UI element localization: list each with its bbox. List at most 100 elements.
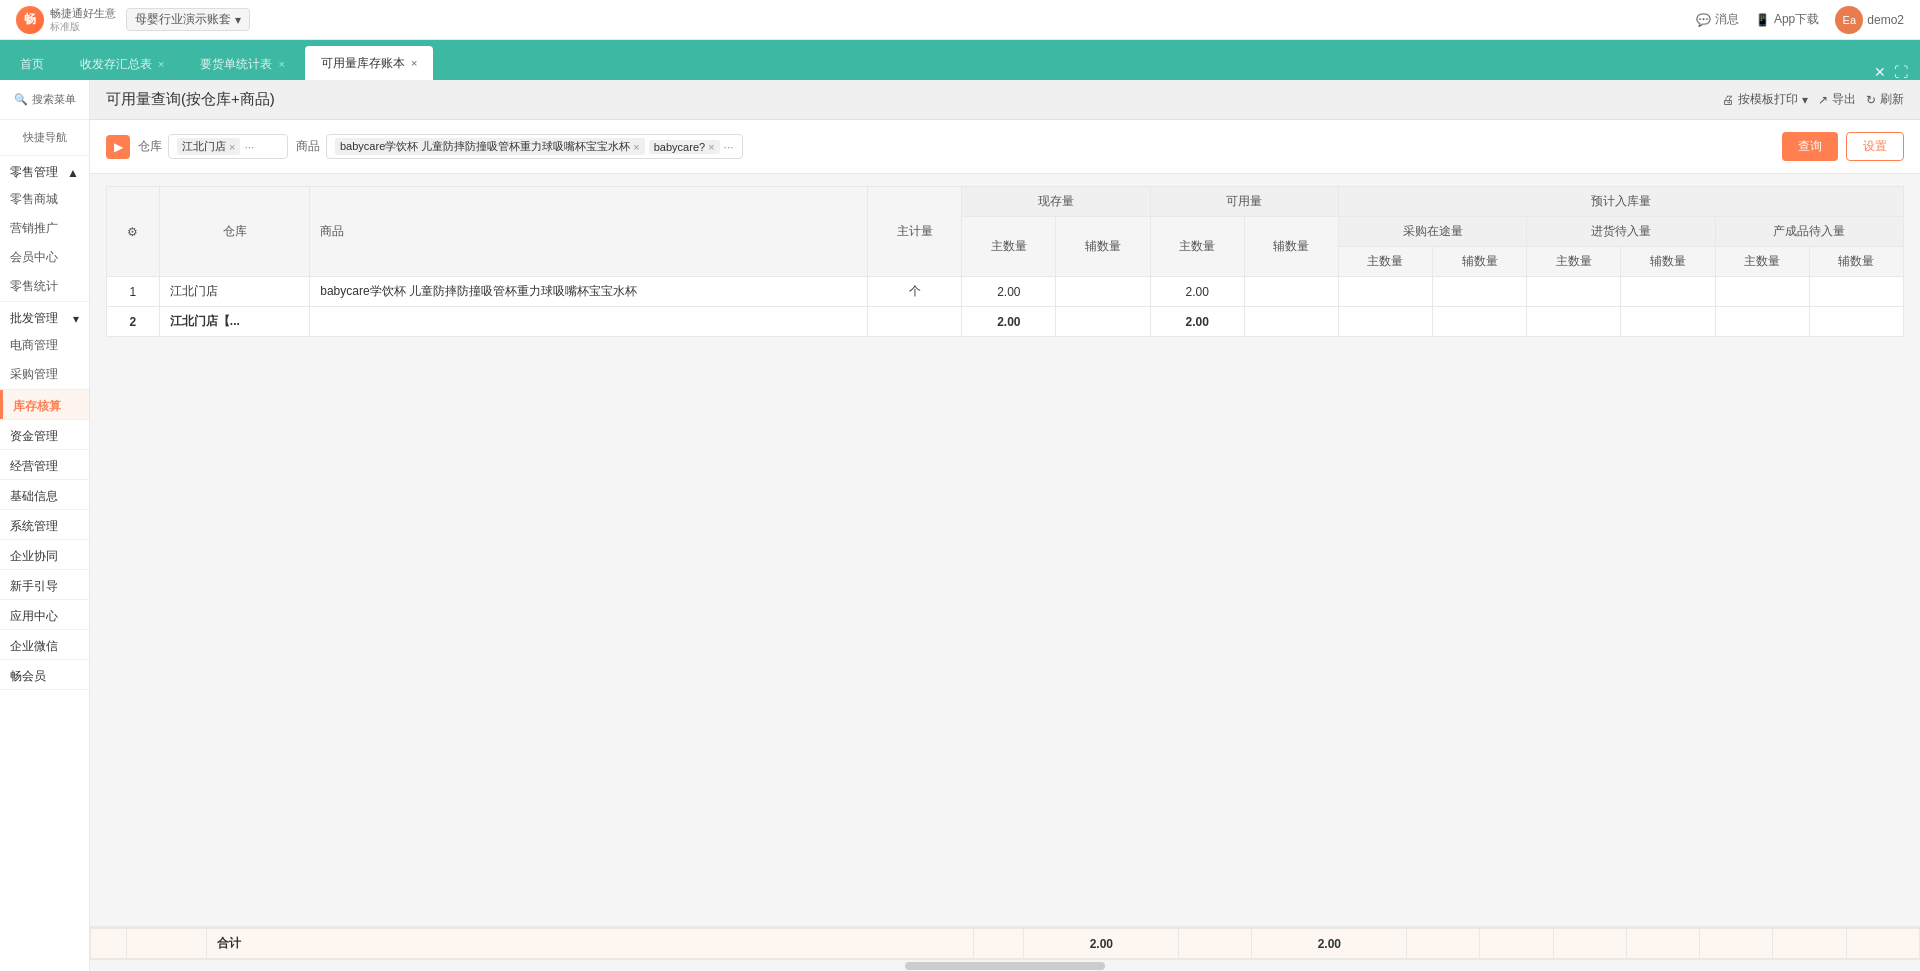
settings-col-header[interactable]: ⚙ <box>107 187 160 277</box>
query-button[interactable]: 查询 <box>1782 132 1838 161</box>
sidebar-section-newcomer-header[interactable]: 新手引导 <box>0 570 89 599</box>
sidebar-section-wholesale-title: 批发管理 <box>10 310 58 327</box>
tab-order-stats[interactable]: 要货单统计表 × <box>184 48 300 80</box>
sidebar-section-wechat-title: 企业微信 <box>10 638 58 655</box>
chevron-down-icon: ▾ <box>235 13 241 27</box>
sidebar-section-enterprise-title: 企业协同 <box>10 548 58 565</box>
refresh-label: 刷新 <box>1880 91 1904 108</box>
settings-button[interactable]: 设置 <box>1846 132 1904 161</box>
search-menu-button[interactable]: 🔍 搜索菜单 <box>8 88 81 111</box>
sidebar-item-ecommerce[interactable]: 电商管理 <box>0 331 89 360</box>
incoming-header: 进货待入量 <box>1527 217 1715 247</box>
tab-order-close[interactable]: × <box>278 58 284 70</box>
product-ellipsis[interactable]: ··· <box>724 140 734 154</box>
row-available-main-1: 2.00 <box>1150 307 1244 337</box>
row-current-main-0: 2.00 <box>962 277 1056 307</box>
product-tag-1: babycare学饮杯 儿童防摔防撞吸管杯重力球吸嘴杯宝宝水杯 × <box>335 138 645 155</box>
sidebar-section-basic-header[interactable]: 基础信息 <box>0 480 89 509</box>
production-main-header: 主数量 <box>1715 247 1809 277</box>
app-download-label: App下载 <box>1774 11 1819 28</box>
sidebar-section-inventory-header[interactable]: 库存核算 <box>0 390 89 419</box>
sidebar-item-retail-stats[interactable]: 零售统计 <box>0 272 89 301</box>
sidebar-item-member[interactable]: 会员中心 <box>0 243 89 272</box>
tab-available-close[interactable]: × <box>411 57 417 69</box>
chevron-up-icon: ▲ <box>67 166 79 180</box>
row-incoming-main-0 <box>1527 277 1621 307</box>
sidebar-section-retail-title: 零售管理 <box>10 164 58 181</box>
row-incoming-main-1 <box>1527 307 1621 337</box>
sidebar: 🔍 搜索菜单 快捷导航 零售管理 ▲ 零售商城 营销推广 会员中心 零售统计 批… <box>0 80 90 971</box>
row-production-main-1 <box>1715 307 1809 337</box>
sidebar-section-finance: 资金管理 <box>0 420 89 450</box>
tab-available-stock[interactable]: 可用量库存账本 × <box>305 46 433 80</box>
filter-area: ▶ 仓库 江北门店 × ··· 商品 babycare学饮杯 儿童防摔防撞吸管杯… <box>90 120 1920 174</box>
sidebar-section-system-header[interactable]: 系统管理 <box>0 510 89 539</box>
sidebar-section-enterprise-header[interactable]: 企业协同 <box>0 540 89 569</box>
tenant-selector[interactable]: 母婴行业演示账套 ▾ <box>126 8 250 31</box>
sidebar-section-vip-title: 畅会员 <box>10 668 46 685</box>
sidebar-item-purchase[interactable]: 采购管理 <box>0 360 89 389</box>
warehouse-filter-input[interactable]: 江北门店 × ··· <box>168 134 288 159</box>
export-label: 导出 <box>1832 91 1856 108</box>
sidebar-section-retail-header[interactable]: 零售管理 ▲ <box>0 156 89 185</box>
filter-action-buttons: 查询 设置 <box>1782 132 1904 161</box>
sidebar-item-marketing[interactable]: 营销推广 <box>0 214 89 243</box>
sidebar-item-retail-mall[interactable]: 零售商城 <box>0 185 89 214</box>
sidebar-section-finance-header[interactable]: 资金管理 <box>0 420 89 449</box>
row-warehouse-1: 江北门店【... <box>159 307 309 337</box>
refresh-button[interactable]: ↻ 刷新 <box>1866 91 1904 108</box>
tab-available-label: 可用量库存账本 <box>321 55 405 72</box>
maximize-icon[interactable]: ⛶ <box>1894 64 1908 80</box>
warehouse-tag-close[interactable]: × <box>229 141 235 153</box>
warehouse-filter-label: 仓库 <box>138 138 162 155</box>
product-tag-1-value: babycare学饮杯 儿童防摔防撞吸管杯重力球吸嘴杯宝宝水杯 <box>340 139 630 154</box>
purchase-sub-header: 辅数量 <box>1433 247 1527 277</box>
close-window-icon[interactable]: ✕ <box>1874 64 1886 80</box>
summary-available-sub <box>1407 929 1480 959</box>
tab-home[interactable]: 首页 <box>4 48 60 80</box>
current-main-qty-header: 主数量 <box>962 217 1056 277</box>
export-button[interactable]: ↗ 导出 <box>1818 91 1856 108</box>
filter-toggle-button[interactable]: ▶ <box>106 135 130 159</box>
purchase-transit-header: 采购在途量 <box>1338 217 1526 247</box>
warehouse-ellipsis[interactable]: ··· <box>244 140 254 154</box>
table-settings-icon[interactable]: ⚙ <box>127 225 138 239</box>
user-profile[interactable]: Ea demo2 <box>1835 6 1904 34</box>
product-filter-label: 商品 <box>296 138 320 155</box>
avatar-text: Ea <box>1843 14 1856 26</box>
row-production-sub-1 <box>1809 307 1903 337</box>
sidebar-section-operations-header[interactable]: 经营管理 <box>0 450 89 479</box>
row-num-0: 1 <box>107 277 160 307</box>
header-actions: 🖨 按模板打印 ▾ ↗ 导出 ↻ 刷新 <box>1722 91 1904 108</box>
sidebar-item-quick-nav[interactable]: 快捷导航 <box>0 124 89 151</box>
sidebar-section-vip: 畅会员 <box>0 660 89 690</box>
sidebar-section-appcenter-header[interactable]: 应用中心 <box>0 600 89 629</box>
current-stock-header: 现存量 <box>962 187 1150 217</box>
print-button[interactable]: 🖨 按模板打印 ▾ <box>1722 91 1808 108</box>
product-filter-input[interactable]: babycare学饮杯 儿童防摔防撞吸管杯重力球吸嘴杯宝宝水杯 × babyca… <box>326 134 743 159</box>
unit-col-header: 主计量 <box>868 187 962 277</box>
row-purchase-main-1 <box>1338 307 1432 337</box>
tab-income-close[interactable]: × <box>158 58 164 70</box>
sidebar-section-wechat-header[interactable]: 企业微信 <box>0 630 89 659</box>
row-purchase-sub-0 <box>1433 277 1527 307</box>
sidebar-section-wholesale-header[interactable]: 批发管理 ▾ <box>0 302 89 331</box>
message-button[interactable]: 💬 消息 <box>1696 11 1739 28</box>
top-bar-left: 畅 畅捷通好生意 标准版 母婴行业演示账套 ▾ <box>16 6 250 34</box>
row-purchase-main-0 <box>1338 277 1432 307</box>
warehouse-filter-field: 仓库 江北门店 × ··· <box>138 134 288 159</box>
tab-income-summary[interactable]: 收发存汇总表 × <box>64 48 180 80</box>
page-title: 可用量查询(按仓库+商品) <box>106 90 275 109</box>
product-tag-2-close[interactable]: × <box>708 141 714 153</box>
search-menu-label: 搜索菜单 <box>32 92 76 107</box>
sidebar-section-newcomer-title: 新手引导 <box>10 578 58 595</box>
scroll-thumb[interactable] <box>905 962 1105 970</box>
incoming-main-header: 主数量 <box>1527 247 1621 277</box>
app-download-button[interactable]: 📱 App下载 <box>1755 11 1819 28</box>
product-tag-1-close[interactable]: × <box>633 141 639 153</box>
summary-purchase-main <box>1480 929 1553 959</box>
tenant-name: 母婴行业演示账套 <box>135 11 231 28</box>
sidebar-section-vip-header[interactable]: 畅会员 <box>0 660 89 689</box>
sidebar-section-basic: 基础信息 <box>0 480 89 510</box>
available-main-qty-header: 主数量 <box>1150 217 1244 277</box>
